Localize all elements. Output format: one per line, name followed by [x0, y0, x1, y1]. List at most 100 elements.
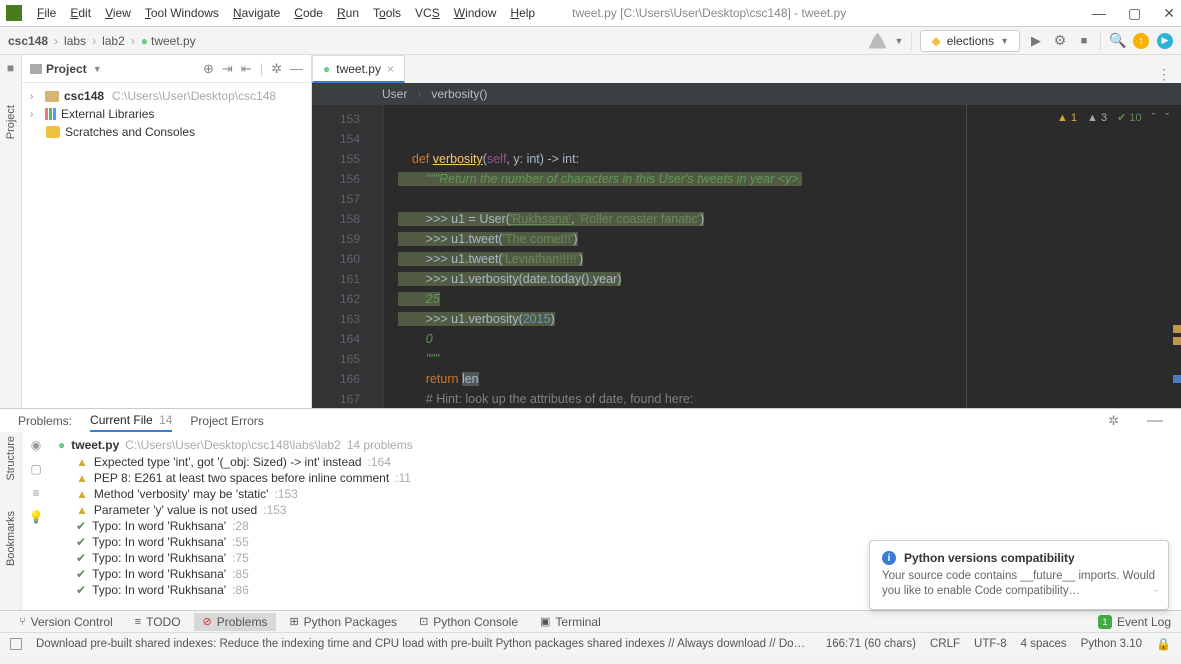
gear-icon[interactable]: ✲ — [271, 61, 282, 77]
tab-python-console[interactable]: ⊡Python Console — [410, 613, 527, 631]
project-tool-folder-icon[interactable]: ■ — [7, 61, 14, 75]
run-config-name: elections — [947, 34, 994, 48]
menu-view[interactable]: View — [98, 6, 138, 20]
close-tab-icon[interactable]: × — [387, 62, 394, 76]
close-icon[interactable]: ✕ — [1163, 5, 1175, 22]
menu-navigate[interactable]: Navigate — [226, 6, 287, 20]
menu-help[interactable]: Help — [503, 6, 542, 20]
left-tool-rail: ■ Project — [0, 55, 22, 408]
project-pane: Project ▼ ⊕ ⇥ ⇤ | ✲ — › csc148 C:\Users\… — [22, 55, 312, 408]
filter-icon[interactable]: ▢ — [30, 462, 41, 476]
menu-vcs[interactable]: VCS — [408, 6, 447, 20]
chevron-down-icon[interactable]: ˇ — [1154, 589, 1158, 601]
run-icon[interactable]: ▶ — [1028, 33, 1044, 49]
code-with-me-icon[interactable] — [869, 33, 887, 49]
crumb-labs[interactable]: labs — [64, 34, 102, 48]
menu-edit[interactable]: Edit — [63, 6, 98, 20]
hide-icon[interactable]: — — [290, 61, 303, 77]
learn-icon[interactable]: ▶ — [1157, 33, 1173, 49]
fold-column[interactable] — [370, 105, 384, 408]
tab-todo[interactable]: ≡TODO — [126, 613, 190, 631]
editor-tab[interactable]: ● tweet.py × — [312, 55, 405, 83]
crumb-root[interactable]: csc148 — [8, 34, 64, 48]
status-encoding[interactable]: UTF-8 — [974, 638, 1007, 650]
bulb-icon[interactable]: 💡 — [29, 510, 44, 524]
typo-icon: ✔ — [76, 551, 86, 565]
stop-icon[interactable]: ■ — [1076, 35, 1092, 47]
tab-problems[interactable]: ⊘Problems — [194, 613, 277, 631]
sort-icon[interactable]: ≡ — [32, 486, 39, 500]
tab-project-errors[interactable]: Project Errors — [190, 411, 263, 431]
status-interpreter[interactable]: Python 3.10 — [1081, 638, 1142, 650]
gutter[interactable]: 153154155 156157158 159160161 162163164 … — [312, 105, 370, 408]
problems-file-header[interactable]: ● tweet.py C:\Users\User\Desktop\csc148\… — [58, 436, 1173, 454]
error-stripe[interactable] — [1171, 145, 1181, 408]
menu-tool-windows[interactable]: Tool Windows — [138, 6, 226, 20]
crumb-lab2[interactable]: lab2 — [102, 34, 141, 48]
info-icon: i — [882, 551, 896, 565]
tab-python-packages[interactable]: ⊞Python Packages — [280, 613, 406, 631]
problem-item[interactable]: ▲Parameter 'y' value is not used :153 — [58, 502, 1173, 518]
locate-icon[interactable]: ⊕ — [203, 61, 214, 77]
tree-root[interactable]: › csc148 C:\Users\User\Desktop\csc148 — [28, 87, 305, 105]
problem-item[interactable]: ✔Typo: In word 'Rukhsana' :28 — [58, 518, 1173, 534]
editor-tab-label: tweet.py — [336, 62, 381, 76]
editor-more-icon[interactable]: ⋮ — [1157, 66, 1171, 83]
status-message[interactable]: Download pre-built shared indexes: Reduc… — [36, 638, 812, 650]
problems-label: Problems: — [18, 411, 72, 431]
expand-all-icon[interactable]: ⇥ — [222, 61, 233, 77]
tree-external-libraries[interactable]: › External Libraries — [28, 105, 305, 123]
menu-window[interactable]: Window — [447, 6, 504, 20]
code-area[interactable]: def verbosity(self, y: int) -> int: """R… — [384, 105, 1181, 408]
status-indent[interactable]: 4 spaces — [1021, 638, 1067, 650]
status-position[interactable]: 166:71 (60 chars) — [826, 638, 916, 650]
panel-gear-icon[interactable]: ✲ — [1108, 413, 1119, 429]
tab-current-file[interactable]: Current File 14 — [90, 410, 172, 432]
update-icon[interactable]: ↑ — [1133, 33, 1149, 49]
maximize-icon[interactable]: ▢ — [1128, 5, 1141, 22]
project-tree[interactable]: › csc148 C:\Users\User\Desktop\csc148 › … — [22, 83, 311, 145]
tool-tab-structure[interactable]: Structure — [5, 436, 17, 481]
notification-popup[interactable]: iPython versions compatibility Your sour… — [869, 540, 1169, 610]
warning-icon: ▲ — [76, 503, 88, 517]
tool-tab-project[interactable]: Project — [5, 105, 17, 139]
editor-tabbar: ● tweet.py × ⋮ — [312, 55, 1181, 83]
navbar: csc148 labs lab2 ●tweet.py ▼ ◆ elections… — [0, 27, 1181, 55]
tab-terminal[interactable]: ▣Terminal — [531, 613, 610, 631]
editor: ● tweet.py × ⋮ User›verbosity() ▲ 1 ▲ 3 … — [312, 55, 1181, 408]
panel-hide-icon[interactable]: — — [1147, 412, 1163, 430]
crumb-file[interactable]: ●tweet.py — [141, 34, 196, 48]
menu-file[interactable]: File — [30, 6, 63, 20]
typo-icon: ✔ — [76, 519, 86, 533]
editor-breadcrumb[interactable]: User›verbosity() — [312, 83, 1181, 105]
warning-icon: ▲ — [76, 487, 88, 501]
lock-icon[interactable]: 🔒 — [1156, 637, 1171, 651]
minimize-icon[interactable]: — — [1092, 5, 1106, 22]
status-tool-icon[interactable] — [10, 638, 22, 650]
collapse-all-icon[interactable]: ⇤ — [241, 61, 252, 77]
menu-run[interactable]: Run — [330, 6, 366, 20]
inspection-widget[interactable]: ▲ 1 ▲ 3 ✔ 10 ˆ ˇ — [1057, 111, 1169, 124]
menu-code[interactable]: Code — [287, 6, 330, 20]
run-config-selector[interactable]: ◆ elections ▼ — [920, 30, 1020, 52]
bottom-tool-tabs: ⑂Version Control ≡TODO ⊘Problems ⊞Python… — [0, 610, 1181, 632]
status-line-sep[interactable]: CRLF — [930, 638, 960, 650]
eye-icon[interactable]: ◉ — [31, 438, 41, 452]
problem-item[interactable]: ▲Expected type 'int', got '(_obj: Sized)… — [58, 454, 1173, 470]
tool-tab-bookmarks[interactable]: Bookmarks — [5, 511, 17, 566]
debug-icon[interactable]: ⚙ — [1052, 32, 1068, 49]
problem-item[interactable]: ▲PEP 8: E261 at least two spaces before … — [58, 470, 1173, 486]
notification-body: Your source code contains __future__ imp… — [882, 569, 1156, 599]
tab-event-log[interactable]: 1Event Log — [1098, 615, 1171, 629]
typo-icon: ✔ — [76, 583, 86, 597]
typo-icon: ✔ — [76, 567, 86, 581]
tree-scratches[interactable]: Scratches and Consoles — [28, 123, 305, 141]
menu-tools[interactable]: Tools — [366, 6, 408, 20]
window-title: tweet.py [C:\Users\User\Desktop\csc148] … — [572, 6, 846, 20]
project-pane-title[interactable]: Project — [30, 62, 87, 76]
tab-version-control[interactable]: ⑂Version Control — [10, 613, 122, 631]
problem-item[interactable]: ▲Method 'verbosity' may be 'static' :153 — [58, 486, 1173, 502]
status-bar: Download pre-built shared indexes: Reduc… — [0, 632, 1181, 654]
search-icon[interactable]: 🔍 — [1109, 32, 1125, 49]
left-tool-rail-bottom: Structure Bookmarks — [0, 432, 22, 610]
